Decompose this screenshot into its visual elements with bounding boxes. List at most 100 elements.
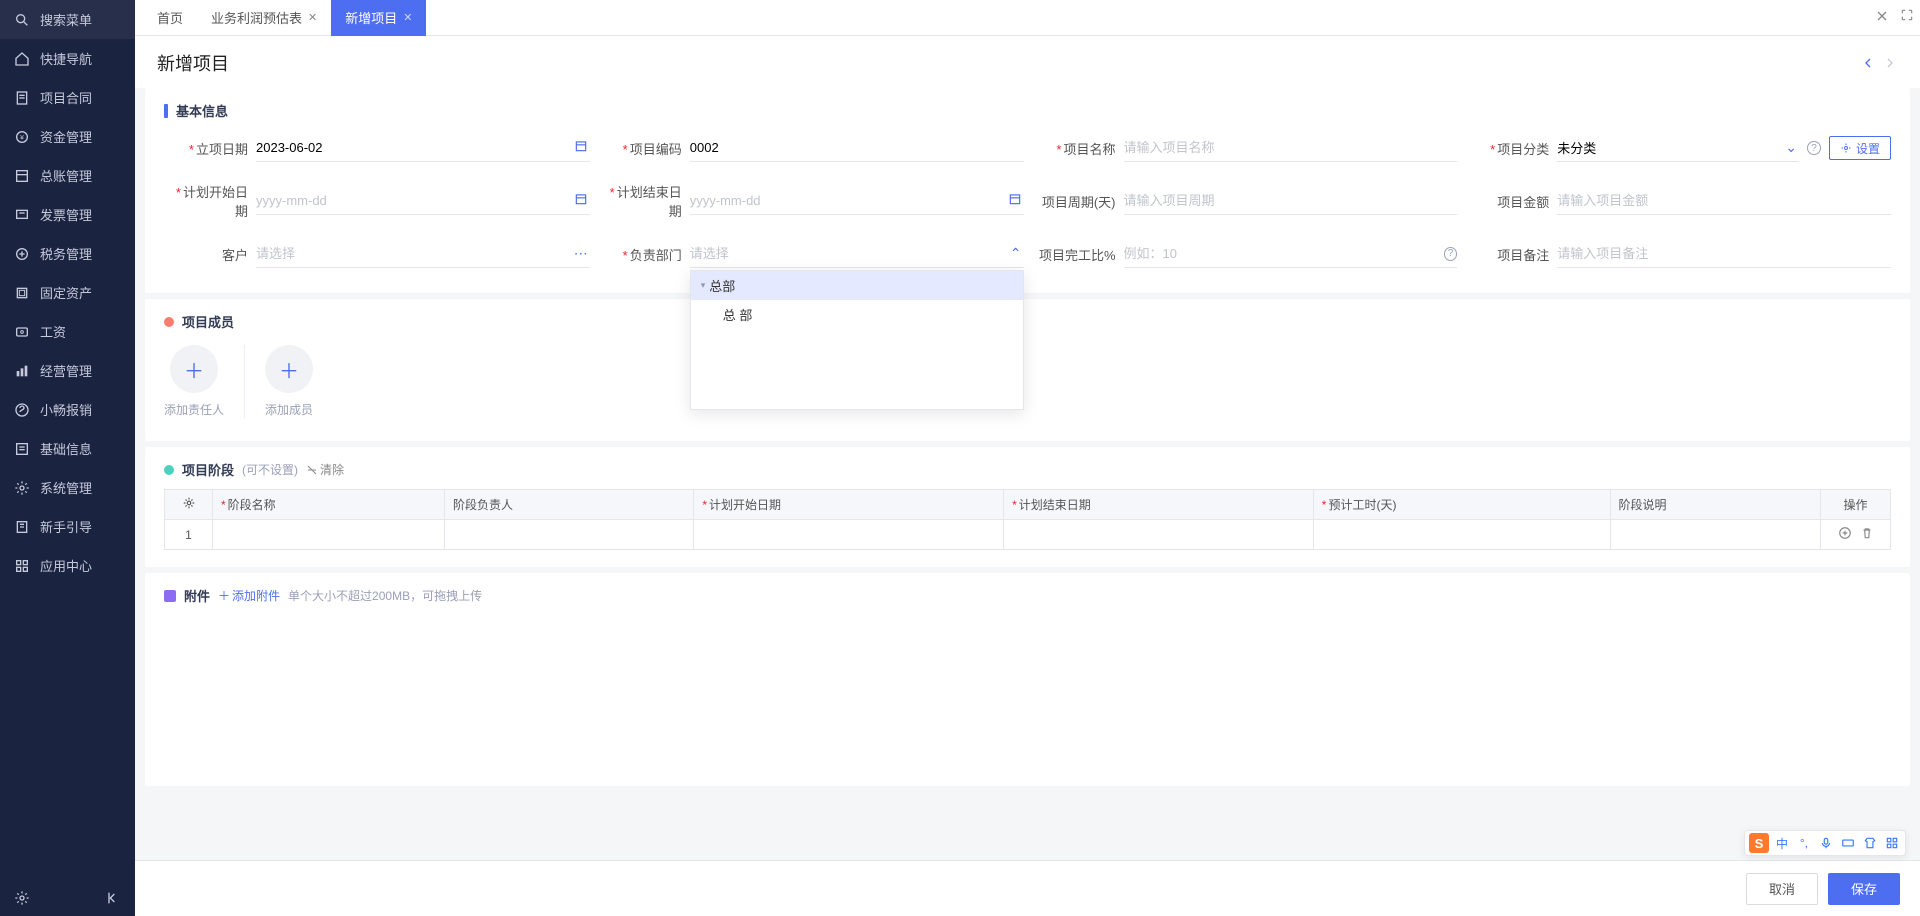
form-label: 项目备注 xyxy=(1497,248,1549,263)
sidebar-item-invoice[interactable]: 发票管理 xyxy=(0,195,135,234)
sidebar-item-ledger[interactable]: 总账管理 xyxy=(0,156,135,195)
section-icon xyxy=(164,465,174,475)
form-label: 立项日期 xyxy=(196,142,248,157)
add-responsible-button[interactable]: ＋ xyxy=(170,345,218,393)
help-icon[interactable]: ? xyxy=(1444,247,1457,261)
sidebar-item-salary[interactable]: 工资 xyxy=(0,312,135,351)
tab-home[interactable]: 首页 xyxy=(143,0,197,36)
dropdown-option[interactable]: 总 部 xyxy=(691,300,1023,329)
sidebar-item-label: 税务管理 xyxy=(40,244,92,263)
customer-select[interactable] xyxy=(256,246,572,261)
sidebar-item-project-contract[interactable]: 项目合同 xyxy=(0,78,135,117)
sidebar-item-funds[interactable]: ¥ 资金管理 xyxy=(0,117,135,156)
sidebar-item-label: 应用中心 xyxy=(40,556,92,575)
project-category-select[interactable] xyxy=(1557,140,1783,155)
wallet-icon: ¥ xyxy=(14,129,30,145)
gear-column-header[interactable] xyxy=(165,490,213,520)
tab-label: 新增项目 xyxy=(345,8,397,27)
project-note-input[interactable] xyxy=(1557,246,1891,261)
project-code-input[interactable] xyxy=(690,140,1024,155)
prev-icon[interactable] xyxy=(1860,55,1876,71)
calendar-icon[interactable] xyxy=(1006,192,1024,209)
project-period-input[interactable] xyxy=(1124,193,1458,208)
clear-stages-link[interactable]: 清除 xyxy=(306,461,344,478)
tab-new-project[interactable]: 新增项目 ✕ xyxy=(331,0,426,36)
main: 首页 业务利润预估表✕ 新增项目✕ 新增项目 基本信息 *立项 xyxy=(135,0,1920,916)
search-menu[interactable]: 搜索菜单 xyxy=(0,0,135,39)
sidebar-item-system[interactable]: 系统管理 xyxy=(0,468,135,507)
settings-icon[interactable] xyxy=(14,890,30,906)
tabs-close-icon[interactable] xyxy=(1874,8,1890,27)
cancel-button[interactable]: 取消 xyxy=(1746,873,1818,905)
ime-toolbar[interactable]: S 中 °, xyxy=(1744,830,1906,856)
sidebar-item-apps[interactable]: 应用中心 xyxy=(0,546,135,585)
add-attachment-link[interactable]: ＋ 添加附件 xyxy=(218,587,280,604)
cell-est-hours[interactable] xyxy=(1313,520,1610,550)
chevron-down-icon[interactable]: ⌄ xyxy=(1783,139,1799,156)
project-name-input[interactable] xyxy=(1124,140,1458,155)
footer: 取消 保存 xyxy=(135,860,1920,916)
department-select[interactable] xyxy=(690,246,1008,261)
sidebar-item-quick-nav[interactable]: 快捷导航 xyxy=(0,39,135,78)
close-icon[interactable]: ✕ xyxy=(308,11,317,24)
close-icon[interactable]: ✕ xyxy=(403,11,412,24)
add-responsible-label: 添加责任人 xyxy=(164,401,224,418)
cell-stage-owner[interactable] xyxy=(445,520,694,550)
col-stage-owner: 阶段负责人 xyxy=(445,490,694,520)
sidebar: 搜索菜单 快捷导航 项目合同 ¥ 资金管理 总账管理 发票管理 税务管理 固定资产… xyxy=(0,0,135,916)
cell-plan-end[interactable] xyxy=(1004,520,1314,550)
ime-keyboard-icon[interactable] xyxy=(1839,834,1857,852)
sidebar-item-guide[interactable]: 新手引导 xyxy=(0,507,135,546)
gear-icon xyxy=(14,480,30,496)
project-date-input[interactable] xyxy=(256,140,572,155)
col-est-hours: *预计工时(天) xyxy=(1313,490,1610,520)
plan-end-input[interactable] xyxy=(690,193,1006,208)
document-icon xyxy=(14,90,30,106)
sidebar-item-assets[interactable]: 固定资产 xyxy=(0,273,135,312)
add-row-icon[interactable] xyxy=(1838,526,1852,543)
collapse-icon[interactable] xyxy=(105,890,121,906)
cell-plan-start[interactable] xyxy=(694,520,1004,550)
ime-punct-icon[interactable]: °, xyxy=(1795,834,1813,852)
chevron-up-icon[interactable]: ⌃ xyxy=(1008,245,1024,262)
completion-ratio-input[interactable] xyxy=(1124,246,1440,261)
next-icon[interactable] xyxy=(1882,55,1898,71)
sidebar-item-label: 基础信息 xyxy=(40,439,92,458)
tab-profit-estimate[interactable]: 业务利润预估表✕ xyxy=(197,0,331,36)
fullscreen-icon[interactable] xyxy=(1900,8,1914,25)
table-row[interactable]: 1 xyxy=(165,520,1891,550)
delete-row-icon[interactable] xyxy=(1860,526,1874,543)
ime-toolbox-icon[interactable] xyxy=(1883,834,1901,852)
ime-lang-icon[interactable]: 中 xyxy=(1773,834,1791,852)
plan-start-input[interactable] xyxy=(256,193,572,208)
info-icon xyxy=(14,441,30,457)
add-member-button[interactable]: ＋ xyxy=(265,345,313,393)
more-icon[interactable]: ⋯ xyxy=(572,245,590,262)
add-member-label: 添加成员 xyxy=(265,401,313,418)
dropdown-option[interactable]: ▾总部 xyxy=(691,271,1023,300)
calendar-icon[interactable] xyxy=(572,139,590,156)
sidebar-item-reimburse[interactable]: 小畅报销 xyxy=(0,390,135,429)
attachments-card: 附件 ＋ 添加附件 单个大小不超过200MB，可拖拽上传 xyxy=(145,573,1910,786)
sidebar-item-label: 项目合同 xyxy=(40,88,92,107)
calendar-icon[interactable] xyxy=(572,192,590,209)
sidebar-item-label: 固定资产 xyxy=(40,283,92,302)
section-title: 基本信息 xyxy=(176,101,228,120)
sidebar-item-basic-info[interactable]: 基础信息 xyxy=(0,429,135,468)
expand-icon[interactable]: ▾ xyxy=(701,280,706,291)
settings-button[interactable]: 设置 xyxy=(1829,136,1891,160)
dropdown-option-label: 总部 xyxy=(709,276,735,295)
ime-mic-icon[interactable] xyxy=(1817,834,1835,852)
cell-stage-name[interactable] xyxy=(213,520,445,550)
save-button[interactable]: 保存 xyxy=(1828,873,1900,905)
help-icon[interactable]: ? xyxy=(1807,141,1821,155)
members-card: 项目成员 ＋ 添加责任人 ＋ 添加成员 xyxy=(145,299,1910,441)
sidebar-item-label: 经营管理 xyxy=(40,361,92,380)
ime-logo-icon[interactable]: S xyxy=(1749,833,1769,853)
sidebar-item-business[interactable]: 经营管理 xyxy=(0,351,135,390)
sidebar-item-label: 资金管理 xyxy=(40,127,92,146)
sidebar-item-tax[interactable]: 税务管理 xyxy=(0,234,135,273)
ime-skin-icon[interactable] xyxy=(1861,834,1879,852)
cell-stage-desc[interactable] xyxy=(1610,520,1820,550)
project-amount-input[interactable] xyxy=(1557,193,1891,208)
